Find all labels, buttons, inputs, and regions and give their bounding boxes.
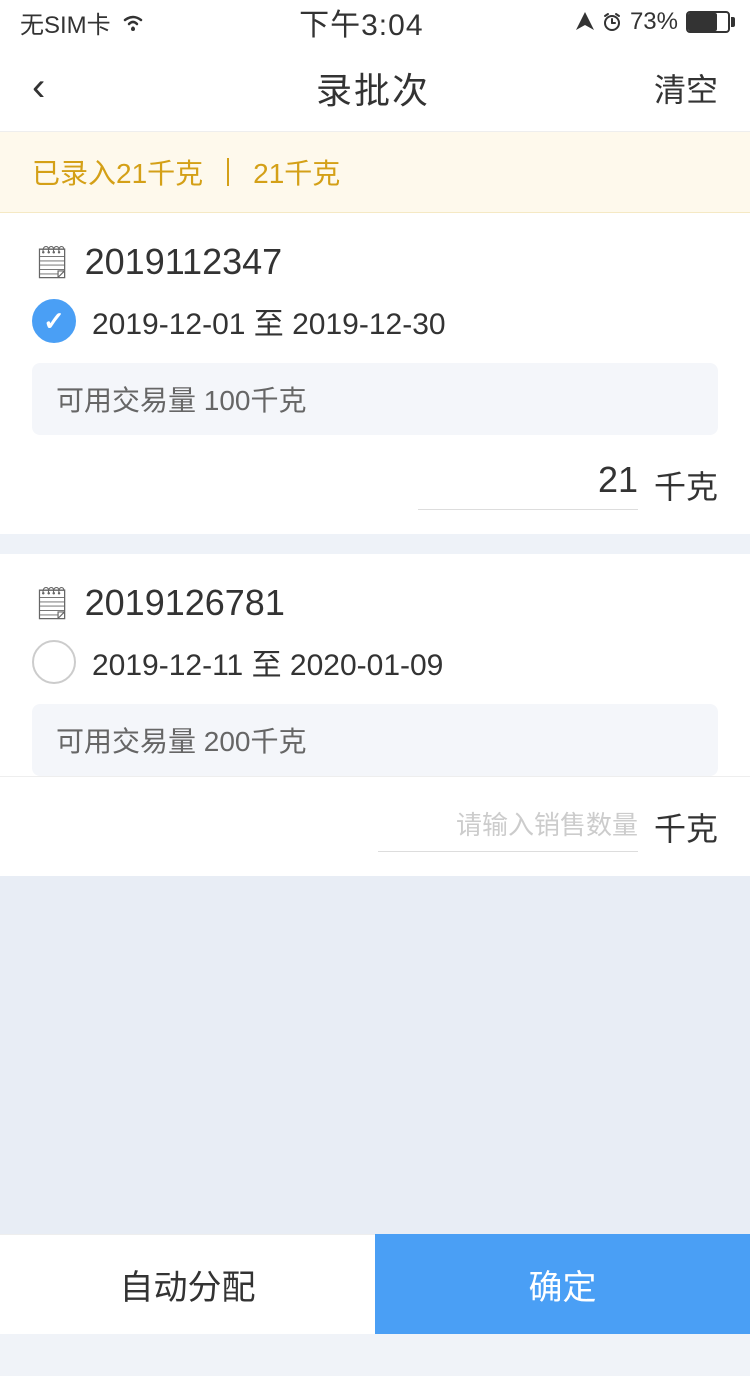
- gray-empty-area: [0, 876, 750, 1276]
- batch-1-quantity-row: 21 千克: [0, 435, 750, 534]
- batch-1-quantity-value: 21: [598, 459, 638, 501]
- batch-1-doc-icon: 🗒: [32, 243, 73, 281]
- batch-2-availability: 可用交易量 200千克: [32, 704, 718, 776]
- batch-1-unit: 千克: [654, 462, 718, 508]
- banner-divider: [227, 158, 229, 186]
- confirm-button[interactable]: 确定: [375, 1234, 750, 1334]
- location-icon: [576, 12, 594, 32]
- batch-2-date: 2019-12-11 至 2020-01-09: [92, 640, 443, 684]
- section-divider: [0, 534, 750, 554]
- page-content: 🗒 2019112347 2019-12-01 至 2019-12-30 可用交…: [0, 213, 750, 1376]
- batch-2-radio[interactable]: [32, 640, 76, 684]
- clear-button[interactable]: 清空: [654, 65, 718, 111]
- status-bar-right: 73%: [576, 8, 730, 36]
- batch-card-2: 🗒 2019126781 2019-12-11 至 2020-01-09 可用交…: [0, 554, 750, 776]
- battery-icon: [686, 11, 730, 33]
- battery-percent: 73%: [630, 8, 678, 36]
- total-label: 21千克: [253, 152, 340, 192]
- quantity-underline-1: 21: [418, 459, 638, 510]
- batch-2-id: 2019126781: [85, 582, 285, 624]
- status-bar-time: 下午3:04: [299, 0, 423, 44]
- batch-1-header: 🗒 2019112347: [32, 241, 718, 283]
- page-title: 录批次: [316, 62, 430, 114]
- batch-1-id: 2019112347: [85, 241, 283, 283]
- info-banner: 已录入21千克 21千克: [0, 132, 750, 213]
- batch-card-1: 🗒 2019112347 2019-12-01 至 2019-12-30 可用交…: [0, 213, 750, 435]
- batch-1-availability: 可用交易量 100千克: [32, 363, 718, 435]
- batch-2-doc-icon: 🗒: [32, 584, 73, 622]
- batch-1-date: 2019-12-01 至 2019-12-30: [92, 299, 446, 343]
- batch-2-date-row[interactable]: 2019-12-11 至 2020-01-09: [32, 640, 718, 684]
- batch-1-date-row[interactable]: 2019-12-01 至 2019-12-30: [32, 299, 718, 343]
- wifi-icon: [119, 12, 147, 32]
- recorded-label: 已录入21千克: [32, 152, 203, 192]
- status-bar: 无SIM卡 下午3:04 73%: [0, 0, 750, 44]
- alarm-icon: [602, 12, 622, 32]
- batch-2-quantity-input[interactable]: [378, 801, 638, 852]
- batch-2-input-row: 千克: [0, 776, 750, 876]
- status-bar-left: 无SIM卡: [20, 5, 147, 40]
- nav-bar: ‹ 录批次 清空: [0, 44, 750, 132]
- batch-2-header: 🗒 2019126781: [32, 582, 718, 624]
- batch-2-unit: 千克: [654, 804, 718, 850]
- back-button[interactable]: ‹: [32, 65, 92, 110]
- bottom-buttons: 自动分配 确定: [0, 1234, 750, 1334]
- auto-distribute-button[interactable]: 自动分配: [0, 1234, 375, 1334]
- batch-1-radio[interactable]: [32, 299, 76, 343]
- carrier-label: 无SIM卡: [20, 5, 111, 40]
